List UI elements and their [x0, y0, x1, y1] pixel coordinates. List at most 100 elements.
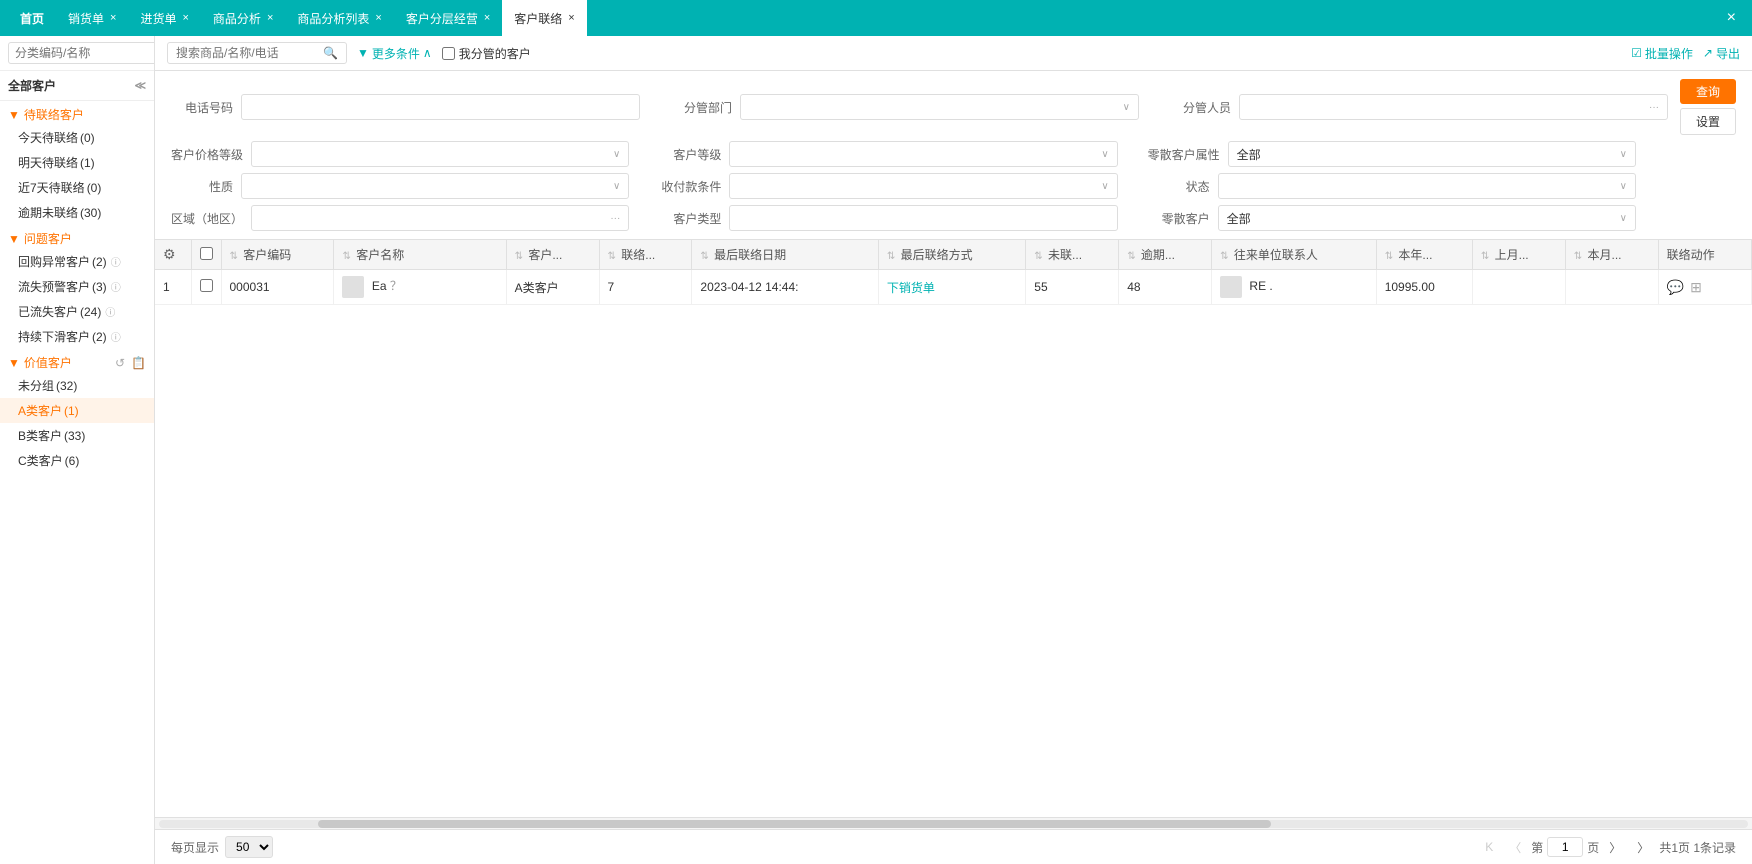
filter-phone-input[interactable] [241, 94, 640, 120]
sidebar-item-repurchase-abnormal[interactable]: 回购异常客户 (2) ⓘ [0, 249, 154, 274]
nav-sales[interactable]: 销货单 × [56, 0, 128, 36]
sort-overdue[interactable]: ⇅ [1127, 251, 1135, 262]
nav-customer-contact[interactable]: 客户联络 × [502, 0, 586, 36]
sort-last-contact-date[interactable]: ⇅ [700, 251, 708, 262]
sidebar-item-class-b[interactable]: B类客户 (33) [0, 423, 154, 448]
sidebar-item-churn-warning[interactable]: 流失预警客户 (3) ⓘ [0, 274, 154, 299]
filter-person-select[interactable]: ··· [1239, 94, 1668, 120]
page-input[interactable] [1547, 837, 1583, 857]
settings-btn[interactable]: 设置 [1680, 108, 1736, 135]
th-not-contacted: ⇅ 未联... [1026, 240, 1119, 270]
prev-page-btn[interactable]: 〈 [1503, 837, 1527, 858]
next-page-btn[interactable]: 〉 [1603, 837, 1627, 858]
select-all-checkbox[interactable] [200, 247, 213, 260]
first-page-btn[interactable]: K [1479, 838, 1499, 856]
query-btn[interactable]: 查询 [1680, 79, 1736, 104]
last-page-btn[interactable]: 〉 [1631, 837, 1655, 858]
value-refresh-icon[interactable]: ↺ [115, 356, 125, 370]
th-code: ⇅ 客户编码 [221, 240, 334, 270]
sort-code[interactable]: ⇅ [230, 251, 238, 262]
value-edit-icon[interactable]: 📋 [131, 356, 146, 370]
horizontal-scrollbar[interactable] [155, 817, 1752, 829]
customer-table: ⚙ ⇅ 客户编码 ⇅ 客户名称 [155, 240, 1752, 305]
th-last-month: ⇅ 上月... [1472, 240, 1565, 270]
nav-customer-tier[interactable]: 客户分层经营 × [394, 0, 502, 36]
filter-custlevel-select[interactable]: ∨ [729, 141, 1117, 167]
sidebar-item-overdue[interactable]: 逾期未联络 (30) [0, 200, 154, 225]
sort-name[interactable]: ⇅ [342, 251, 350, 262]
info-icon-churned: ⓘ [105, 304, 115, 319]
sort-contact-count[interactable]: ⇅ [608, 251, 616, 262]
collapse-icon: ≪ [134, 79, 146, 92]
sidebar-item-today[interactable]: 今天待联络 (0) [0, 125, 154, 150]
my-customers-checkbox[interactable] [442, 47, 455, 60]
group-pending-contact[interactable]: ▼ 待联络客户 [0, 101, 154, 125]
filter-pricelevel-label: 客户价格等级 [171, 146, 251, 163]
filter-dept-select[interactable]: ∨ [740, 94, 1139, 120]
sort-unit-contact[interactable]: ⇅ [1220, 251, 1228, 262]
comment-icon[interactable]: 💬 [1667, 279, 1684, 296]
sidebar-item-unclassified[interactable]: 未分组 (32) [0, 373, 154, 398]
retailattr-arrow: ∨ [1620, 149, 1627, 160]
export-btn[interactable]: ↗ 导出 [1703, 45, 1740, 62]
my-customers-check[interactable]: 我分管的客户 [442, 45, 531, 62]
top-close-btn[interactable]: × [1719, 9, 1744, 27]
sidebar-search-input[interactable] [8, 42, 155, 64]
batch-check-icon: ☑ [1631, 46, 1642, 60]
main-search-input[interactable] [176, 46, 323, 60]
filter-person-label: 分管人员 [1169, 99, 1239, 116]
nav-purchase[interactable]: 进货单 × [128, 0, 200, 36]
filter-pay-select[interactable]: ∨ [729, 173, 1117, 199]
nav-goods-list[interactable]: 商品分析列表 × [285, 0, 393, 36]
sort-not-contacted[interactable]: ⇅ [1034, 251, 1042, 262]
sort-last-month[interactable]: ⇅ [1481, 251, 1489, 262]
sort-class[interactable]: ⇅ [515, 251, 523, 262]
group-problem[interactable]: ▼ 问题客户 [0, 225, 154, 249]
nav-goods-analysis[interactable]: 商品分析 × [201, 0, 285, 36]
filter-retailcust-select[interactable]: 全部 ∨ [1218, 205, 1636, 231]
sidebar-item-tomorrow[interactable]: 明天待联络 (1) [0, 150, 154, 175]
filter-icon: ▼ [357, 46, 369, 60]
filter-retailcust-label: 零散客户 [1148, 210, 1218, 227]
last-contact-link[interactable]: 下销货单 [887, 281, 935, 295]
sort-last-contact-method[interactable]: ⇅ [887, 251, 895, 262]
area-dots: ··· [610, 213, 620, 224]
sort-this-month[interactable]: ⇅ [1574, 251, 1582, 262]
sidebar-item-class-a[interactable]: A类客户 (1) [0, 398, 154, 423]
close-goods-list[interactable]: × [375, 12, 381, 24]
close-customer-tier[interactable]: × [484, 12, 490, 24]
batch-op-btn[interactable]: ☑ 批量操作 [1631, 45, 1693, 62]
sidebar-all-customers[interactable]: 全部客户 ≪ [0, 71, 154, 101]
per-page-select[interactable]: 50 [225, 836, 273, 858]
grid-icon[interactable]: ⊞ [1690, 279, 1702, 296]
sidebar-item-churned[interactable]: 已流失客户 (24) ⓘ [0, 299, 154, 324]
close-purchase[interactable]: × [182, 12, 188, 24]
sidebar-item-7days[interactable]: 近7天待联络 (0) [0, 175, 154, 200]
sidebar-item-class-c[interactable]: C类客户 (6) [0, 448, 154, 473]
nav-home[interactable]: 首页 [8, 0, 56, 36]
close-customer-contact[interactable]: × [568, 12, 574, 24]
filter-retailattr-label: 零散客户属性 [1148, 146, 1228, 163]
row-checkbox[interactable] [200, 279, 213, 292]
filter-status-select[interactable]: ∨ [1218, 173, 1636, 199]
close-goods-analysis[interactable]: × [267, 12, 273, 24]
filter-pricelevel-select[interactable]: ∨ [251, 141, 629, 167]
filter-retailattr-select[interactable]: 全部 ∨ [1228, 141, 1636, 167]
filter-custtype-select[interactable] [729, 205, 1117, 231]
sort-this-year[interactable]: ⇅ [1385, 251, 1393, 262]
td-last-month [1472, 270, 1565, 305]
filter-area-select[interactable]: ··· [251, 205, 629, 231]
filter-pay-cell: 收付款条件 ∨ [659, 173, 1147, 199]
scroll-thumb[interactable] [318, 820, 1271, 828]
more-filter-arrow: ∧ [423, 46, 432, 60]
group-value[interactable]: ▼ 价值客户 ↺ 📋 [0, 349, 154, 373]
sidebar-item-declining[interactable]: 持续下滑客户 (2) ⓘ [0, 324, 154, 349]
gear-icon[interactable]: ⚙ [163, 246, 176, 262]
th-contact-count: ⇅ 联络... [599, 240, 692, 270]
filter-nature-select[interactable]: ∨ [241, 173, 629, 199]
filter-btn-group: 查询 设置 [1668, 79, 1736, 135]
close-sales[interactable]: × [110, 12, 116, 24]
main-search-icon[interactable]: 🔍 [323, 46, 338, 60]
more-filter-btn[interactable]: ▼ 更多条件 ∧ [357, 45, 432, 62]
th-this-year: ⇅ 本年... [1376, 240, 1472, 270]
